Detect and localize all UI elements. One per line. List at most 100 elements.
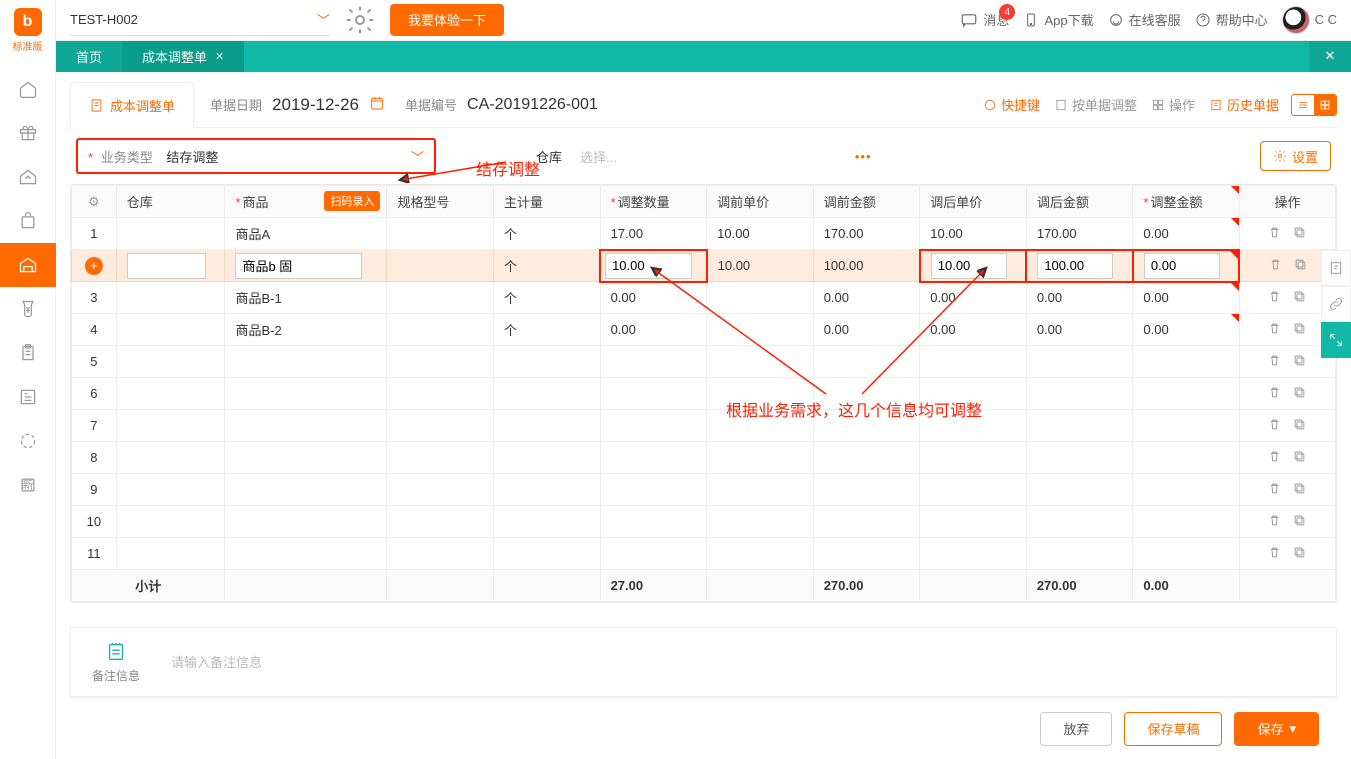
copy-row-icon[interactable]: [1293, 257, 1308, 275]
copy-row-icon[interactable]: [1292, 225, 1307, 243]
ellipsis-icon[interactable]: •••: [855, 149, 872, 164]
delete-row-icon[interactable]: [1267, 385, 1282, 403]
delete-row-icon[interactable]: [1267, 289, 1282, 307]
byorder-action[interactable]: 按单据调整: [1054, 95, 1137, 114]
dock-expand-icon[interactable]: [1321, 322, 1351, 358]
save-draft-button[interactable]: 保存草稿: [1124, 712, 1222, 746]
dock-link-icon[interactable]: [1321, 286, 1351, 322]
tenant-selector[interactable]: TEST-H002 ﹀: [70, 4, 330, 36]
table-row[interactable]: 7: [72, 410, 1336, 442]
shortcut-action[interactable]: 快捷键: [983, 95, 1040, 114]
user-menu[interactable]: C C: [1282, 6, 1337, 34]
copy-row-icon[interactable]: [1292, 513, 1307, 531]
nav-clipboard-icon[interactable]: [0, 331, 56, 375]
delete-row-icon[interactable]: [1267, 225, 1282, 243]
right-dock: [1321, 250, 1351, 358]
nav-warehouse-active-icon[interactable]: [0, 243, 56, 287]
copy-row-icon[interactable]: [1292, 481, 1307, 499]
delete-row-icon[interactable]: [1268, 257, 1283, 275]
help-link[interactable]: 帮助中心: [1195, 10, 1268, 29]
postamt-input[interactable]: [1037, 253, 1113, 279]
scan-input-button[interactable]: 扫码录入: [324, 191, 380, 211]
tab-cost-adjust[interactable]: 成本调整单 ✕: [122, 41, 244, 72]
remarks-input[interactable]: [161, 642, 1336, 682]
chevron-down-icon: ﹀: [317, 10, 330, 29]
history-action[interactable]: 历史单据: [1209, 95, 1279, 114]
copy-row-icon[interactable]: [1292, 353, 1307, 371]
delete-row-icon[interactable]: [1267, 321, 1282, 339]
app-download-link[interactable]: App下载: [1023, 10, 1093, 29]
calendar-icon[interactable]: [369, 95, 385, 114]
nav-report-icon[interactable]: [0, 375, 56, 419]
close-icon[interactable]: ✕: [215, 50, 224, 63]
avatar: [1282, 6, 1310, 34]
copy-row-icon[interactable]: [1292, 545, 1307, 563]
view-toggle[interactable]: [1291, 94, 1337, 116]
copy-row-icon[interactable]: [1292, 385, 1307, 403]
footer-actions: 放弃 保存草稿 保存▾: [70, 697, 1337, 759]
messages-link[interactable]: 消息 4: [960, 10, 1009, 29]
brand-edition: 标准版: [13, 38, 43, 53]
table-row[interactable]: 11: [72, 538, 1336, 570]
doc-title-tab[interactable]: 成本调整单: [70, 82, 194, 128]
support-link[interactable]: 在线客服: [1108, 10, 1181, 29]
remarks-section: 备注信息: [70, 627, 1337, 697]
operate-action[interactable]: 操作: [1151, 95, 1195, 114]
cta-button[interactable]: 我要体验一下: [390, 4, 504, 36]
table-row[interactable]: 6: [72, 378, 1336, 410]
table-row[interactable]: 4商品B-2个0.000.000.000.000.00: [72, 314, 1336, 346]
table-row[interactable]: +个10.00100.00: [72, 250, 1336, 282]
table-row[interactable]: 9: [72, 474, 1336, 506]
view-list-icon[interactable]: [1292, 95, 1314, 115]
nav-bag-icon[interactable]: [0, 199, 56, 243]
delete-row-icon[interactable]: [1267, 481, 1282, 499]
delete-row-icon[interactable]: [1267, 513, 1282, 531]
delete-row-icon[interactable]: [1267, 353, 1282, 371]
adjamt-input[interactable]: [1144, 253, 1220, 279]
warehouse-select[interactable]: 仓库 选择... •••: [536, 147, 872, 166]
settings-button[interactable]: 设置: [1260, 141, 1331, 171]
delete-row-icon[interactable]: [1267, 449, 1282, 467]
table-row[interactable]: 1商品A个17.0010.00170.0010.00170.000.00: [72, 218, 1336, 250]
copy-row-icon[interactable]: [1292, 417, 1307, 435]
discard-button[interactable]: 放弃: [1040, 712, 1112, 746]
remarks-label: 备注信息: [71, 641, 161, 684]
chevron-down-icon: ﹀: [411, 147, 424, 166]
postprice-input[interactable]: [931, 253, 1007, 279]
col-adjamt: *调整金额: [1133, 186, 1240, 218]
copy-row-icon[interactable]: [1292, 449, 1307, 467]
nav-cycle-icon[interactable]: [0, 419, 56, 463]
tab-home[interactable]: 首页: [56, 41, 122, 72]
nav-home-icon[interactable]: [0, 67, 56, 111]
save-button[interactable]: 保存▾: [1234, 712, 1319, 746]
copy-row-icon[interactable]: [1292, 289, 1307, 307]
delete-row-icon[interactable]: [1267, 545, 1282, 563]
column-settings-icon[interactable]: ⚙: [72, 186, 117, 218]
tenant-settings-icon[interactable]: [344, 4, 376, 36]
delete-row-icon[interactable]: [1267, 417, 1282, 435]
nav-money-icon[interactable]: [0, 287, 56, 331]
col-op: 操作: [1239, 186, 1335, 218]
left-nav-rail: b 标准版 新: [0, 0, 56, 759]
add-row-button[interactable]: +: [72, 250, 117, 282]
col-preprice: 调前单价: [707, 186, 814, 218]
nav-gift-icon[interactable]: [0, 111, 56, 155]
copy-row-icon[interactable]: [1292, 321, 1307, 339]
qty-input[interactable]: [605, 253, 692, 279]
table-row[interactable]: 3商品B-1个0.000.000.000.000.00: [72, 282, 1336, 314]
col-postamt: 调后金额: [1026, 186, 1133, 218]
table-row[interactable]: 10: [72, 506, 1336, 538]
table-row[interactable]: 5: [72, 346, 1336, 378]
nav-upload-icon[interactable]: [0, 155, 56, 199]
business-type-select[interactable]: * 业务类型 结存调整 ﹀: [76, 138, 436, 174]
docno-value: CA-20191226-001: [467, 96, 598, 114]
warehouse-input[interactable]: [127, 253, 206, 279]
tabs-close-all[interactable]: ✕: [1309, 41, 1351, 72]
doc-header: 成本调整单 单据日期 2019-12-26 单据编号 CA-20191226-0…: [70, 82, 1337, 128]
nav-new-icon[interactable]: 新: [0, 463, 56, 507]
dock-note-icon[interactable]: [1321, 250, 1351, 286]
table-row[interactable]: 8: [72, 442, 1336, 474]
product-input[interactable]: [235, 253, 362, 279]
date-value[interactable]: 2019-12-26: [272, 95, 359, 115]
view-grid-icon[interactable]: [1314, 95, 1336, 115]
